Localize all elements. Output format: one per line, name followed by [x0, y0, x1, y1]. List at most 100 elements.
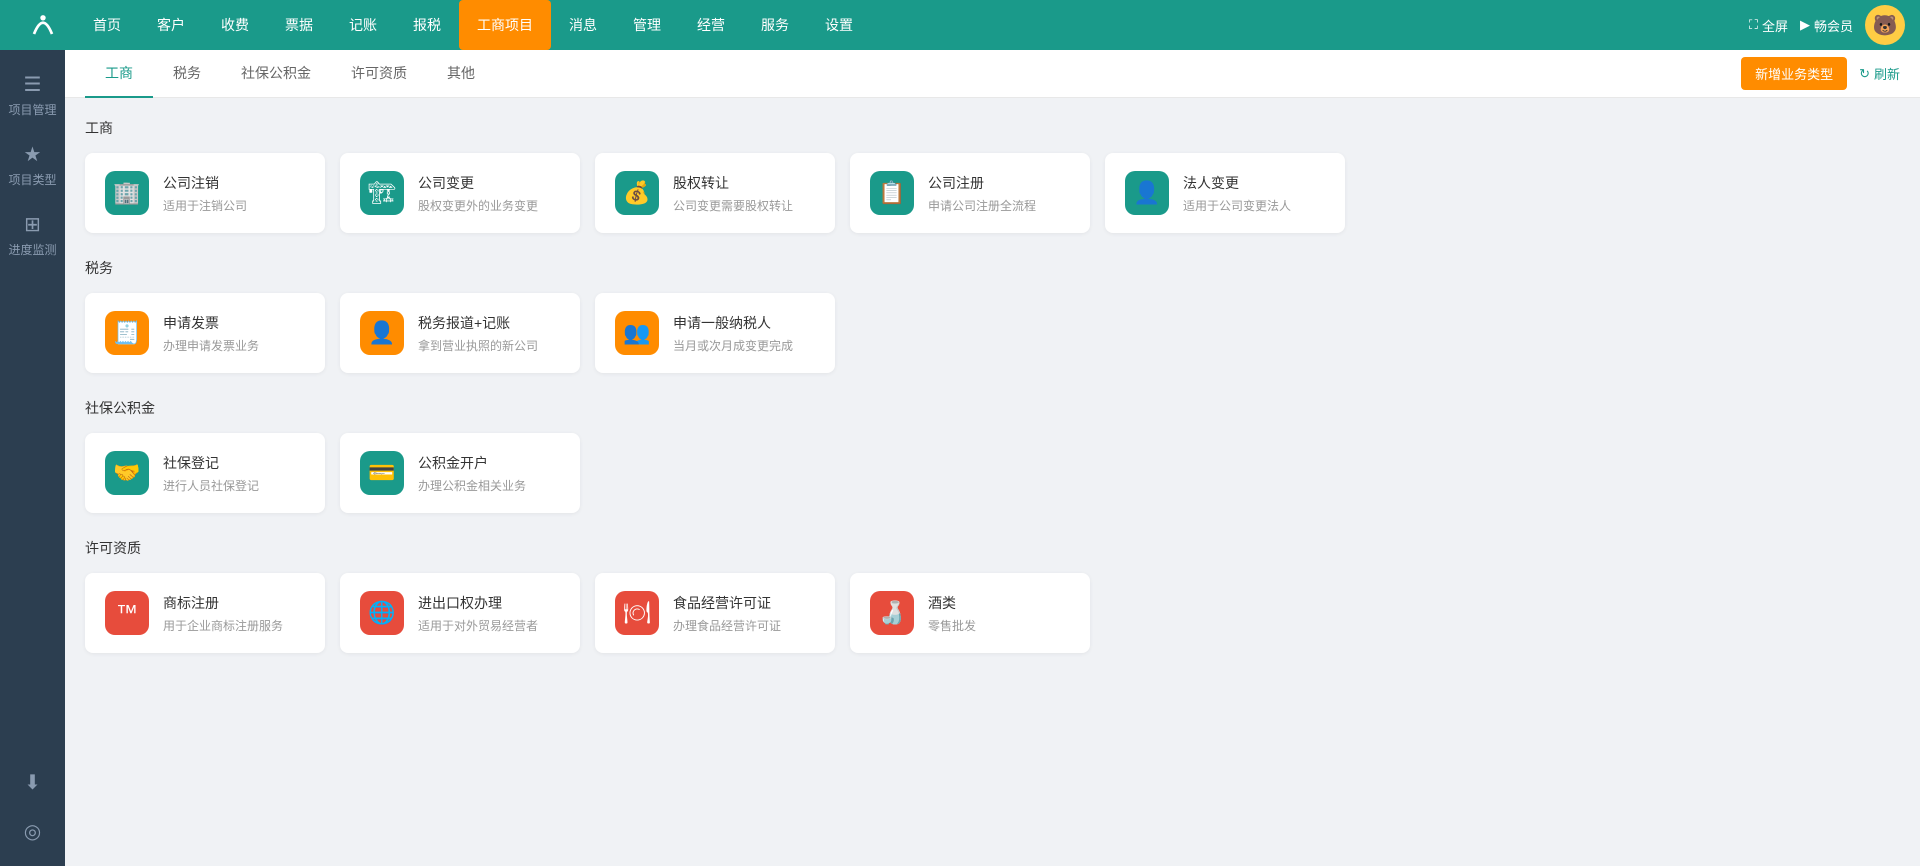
card-公积金开户[interactable]: 💳 公积金开户办理公积金相关业务 [340, 433, 580, 513]
sidebar-bottom: ⬇ ◎ [0, 758, 65, 866]
card-desc: 当月或次月成变更完成 [673, 337, 793, 354]
nav-item-消息[interactable]: 消息 [551, 0, 615, 50]
card-icon: 🍽 [615, 591, 659, 635]
nav-item-服务[interactable]: 服务 [743, 0, 807, 50]
card-社保登记[interactable]: 🤝社保登记进行人员社保登记 [85, 433, 325, 513]
refresh-label: 刷新 [1874, 64, 1900, 83]
vip-button[interactable]: ▶ 畅会员 [1800, 16, 1853, 35]
nav-item-记账[interactable]: 记账 [331, 0, 395, 50]
card-icon: 🏗 [360, 171, 404, 215]
fullscreen-icon: ⛶ [1749, 17, 1758, 33]
card-title: 社保登记 [163, 453, 259, 473]
tab-工商[interactable]: 工商 [85, 50, 153, 98]
card-申请发票[interactable]: 🧾 申请发票办理申请发票业务 [85, 293, 325, 373]
list-icon: ☰ [24, 72, 42, 97]
section-许可资质: 许可资质™商标注册用于企业商标注册服务🌐进出口权办理适用于对外贸易经营者🍽食品经… [85, 538, 1900, 653]
tab-许可资质[interactable]: 许可资质 [331, 50, 427, 98]
nav-item-工商项目[interactable]: 工商项目 [459, 0, 551, 50]
tab-税务[interactable]: 税务 [153, 50, 221, 98]
card-text: 公司注销适用于注销公司 [163, 173, 247, 214]
nav-item-收费[interactable]: 收费 [203, 0, 267, 50]
nav-item-票据[interactable]: 票据 [267, 0, 331, 50]
card-股权转让[interactable]: 💰 股权转让公司变更需要股权转让 [595, 153, 835, 233]
sidebar-item-project-management[interactable]: ☰ 项目管理 [0, 60, 65, 130]
card-icon: 💰 [615, 171, 659, 215]
nav-item-报税[interactable]: 报税 [395, 0, 459, 50]
section-社保公积金: 社保公积金🤝社保登记进行人员社保登记💳公积金开户办理公积金相关业务 [85, 398, 1900, 513]
left-sidebar: ☰ 项目管理 ★ 项目类型 ⊞ 进度监测 ⬇ ◎ [0, 50, 65, 866]
card-食品经营许可证[interactable]: 🍽 食品经营许可证办理食品经营许可证 [595, 573, 835, 653]
fullscreen-label: 全屏 [1762, 16, 1788, 35]
nav-item-设置[interactable]: 设置 [807, 0, 871, 50]
card-text: 食品经营许可证办理食品经营许可证 [673, 593, 781, 634]
card-icon: 👥 [615, 311, 659, 355]
card-text: 酒类零售批发 [928, 593, 976, 634]
card-酒类[interactable]: 🍶酒类零售批发 [850, 573, 1090, 653]
sidebar-item-progress-monitor[interactable]: ⊞ 进度监测 [0, 200, 65, 270]
card-desc: 零售批发 [928, 617, 976, 634]
sidebar-item-settings[interactable]: ◎ [0, 807, 65, 856]
cards-grid: ™商标注册用于企业商标注册服务🌐进出口权办理适用于对外贸易经营者🍽食品经营许可证… [85, 573, 1900, 653]
card-title: 酒类 [928, 593, 976, 613]
card-icon: 👤 [1125, 171, 1169, 215]
refresh-button[interactable]: ↻ 刷新 [1859, 64, 1900, 83]
nav-item-管理[interactable]: 管理 [615, 0, 679, 50]
card-商标注册[interactable]: ™商标注册用于企业商标注册服务 [85, 573, 325, 653]
card-title: 股权转让 [673, 173, 793, 193]
card-text: 商标注册用于企业商标注册服务 [163, 593, 283, 634]
card-text: 申请一般纳税人当月或次月成变更完成 [673, 313, 793, 354]
card-text: 公司注册申请公司注册全流程 [928, 173, 1036, 214]
tab-actions: 新增业务类型 ↻ 刷新 [1741, 57, 1900, 90]
tab-社保公积金[interactable]: 社保公积金 [221, 50, 331, 98]
section-title: 许可资质 [85, 538, 1900, 558]
card-icon: 💳 [360, 451, 404, 495]
monitor-icon: ⊞ [24, 212, 41, 237]
vip-label: 畅会员 [1814, 16, 1853, 35]
cards-grid: 🏢公司注销适用于注销公司🏗公司变更股权变更外的业务变更💰股权转让公司变更需要股权… [85, 153, 1900, 233]
settings-icon: ◎ [24, 819, 41, 844]
refresh-icon: ↻ [1859, 66, 1870, 82]
card-icon: 📋 [870, 171, 914, 215]
fullscreen-button[interactable]: ⛶ 全屏 [1749, 16, 1788, 35]
card-title: 商标注册 [163, 593, 283, 613]
card-desc: 进行人员社保登记 [163, 477, 259, 494]
nav-item-首页[interactable]: 首页 [75, 0, 139, 50]
card-text: 申请发票办理申请发票业务 [163, 313, 259, 354]
main-layout: ☰ 项目管理 ★ 项目类型 ⊞ 进度监测 ⬇ ◎ 工商税务社保公积金许可资质其他… [0, 50, 1920, 866]
sidebar-item-project-type[interactable]: ★ 项目类型 [0, 130, 65, 200]
card-公司注销[interactable]: 🏢公司注销适用于注销公司 [85, 153, 325, 233]
sidebar-label-project-management: 项目管理 [8, 101, 56, 118]
tabs: 工商税务社保公积金许可资质其他 [85, 50, 495, 98]
card-icon: 🧾 [105, 311, 149, 355]
card-text: 股权转让公司变更需要股权转让 [673, 173, 793, 214]
tab-bar: 工商税务社保公积金许可资质其他 新增业务类型 ↻ 刷新 [65, 50, 1920, 98]
sidebar-item-download[interactable]: ⬇ [0, 758, 65, 807]
card-公司注册[interactable]: 📋 公司注册申请公司注册全流程 [850, 153, 1090, 233]
download-icon: ⬇ [24, 770, 41, 795]
card-desc: 用于企业商标注册服务 [163, 617, 283, 634]
card-desc: 办理申请发票业务 [163, 337, 259, 354]
card-title: 公司变更 [418, 173, 538, 193]
nav-item-经营[interactable]: 经营 [679, 0, 743, 50]
card-进出口权办理[interactable]: 🌐进出口权办理适用于对外贸易经营者 [340, 573, 580, 653]
card-公司变更[interactable]: 🏗公司变更股权变更外的业务变更 [340, 153, 580, 233]
nav-item-客户[interactable]: 客户 [139, 0, 203, 50]
card-税务报道+记账[interactable]: 👤税务报道+记账拿到营业执照的新公司 [340, 293, 580, 373]
card-title: 公司注册 [928, 173, 1036, 193]
card-申请一般纳税人[interactable]: 👥 申请一般纳税人当月或次月成变更完成 [595, 293, 835, 373]
card-desc: 适用于注销公司 [163, 197, 247, 214]
card-法人变更[interactable]: 👤法人变更适用于公司变更法人 [1105, 153, 1345, 233]
top-nav: 首页客户收费票据记账报税工商项目消息管理经营服务设置 ⛶ 全屏 ▶ 畅会员 🐻 [0, 0, 1920, 50]
tab-其他[interactable]: 其他 [427, 50, 495, 98]
nav-items: 首页客户收费票据记账报税工商项目消息管理经营服务设置 [75, 0, 1749, 50]
section-title: 社保公积金 [85, 398, 1900, 418]
card-title: 公积金开户 [418, 453, 526, 473]
card-desc: 办理公积金相关业务 [418, 477, 526, 494]
card-title: 申请一般纳税人 [673, 313, 793, 333]
logo-area [10, 7, 75, 43]
section-工商: 工商🏢公司注销适用于注销公司🏗公司变更股权变更外的业务变更💰股权转让公司变更需要… [85, 118, 1900, 233]
add-business-type-button[interactable]: 新增业务类型 [1741, 57, 1847, 90]
card-desc: 适用于公司变更法人 [1183, 197, 1291, 214]
cards-grid: 🧾 申请发票办理申请发票业务 👤税务报道+记账拿到营业执照的新公司 👥 申请一般纳税人当… [85, 293, 1900, 373]
cards-grid: 🤝社保登记进行人员社保登记💳公积金开户办理公积金相关业务 [85, 433, 1900, 513]
